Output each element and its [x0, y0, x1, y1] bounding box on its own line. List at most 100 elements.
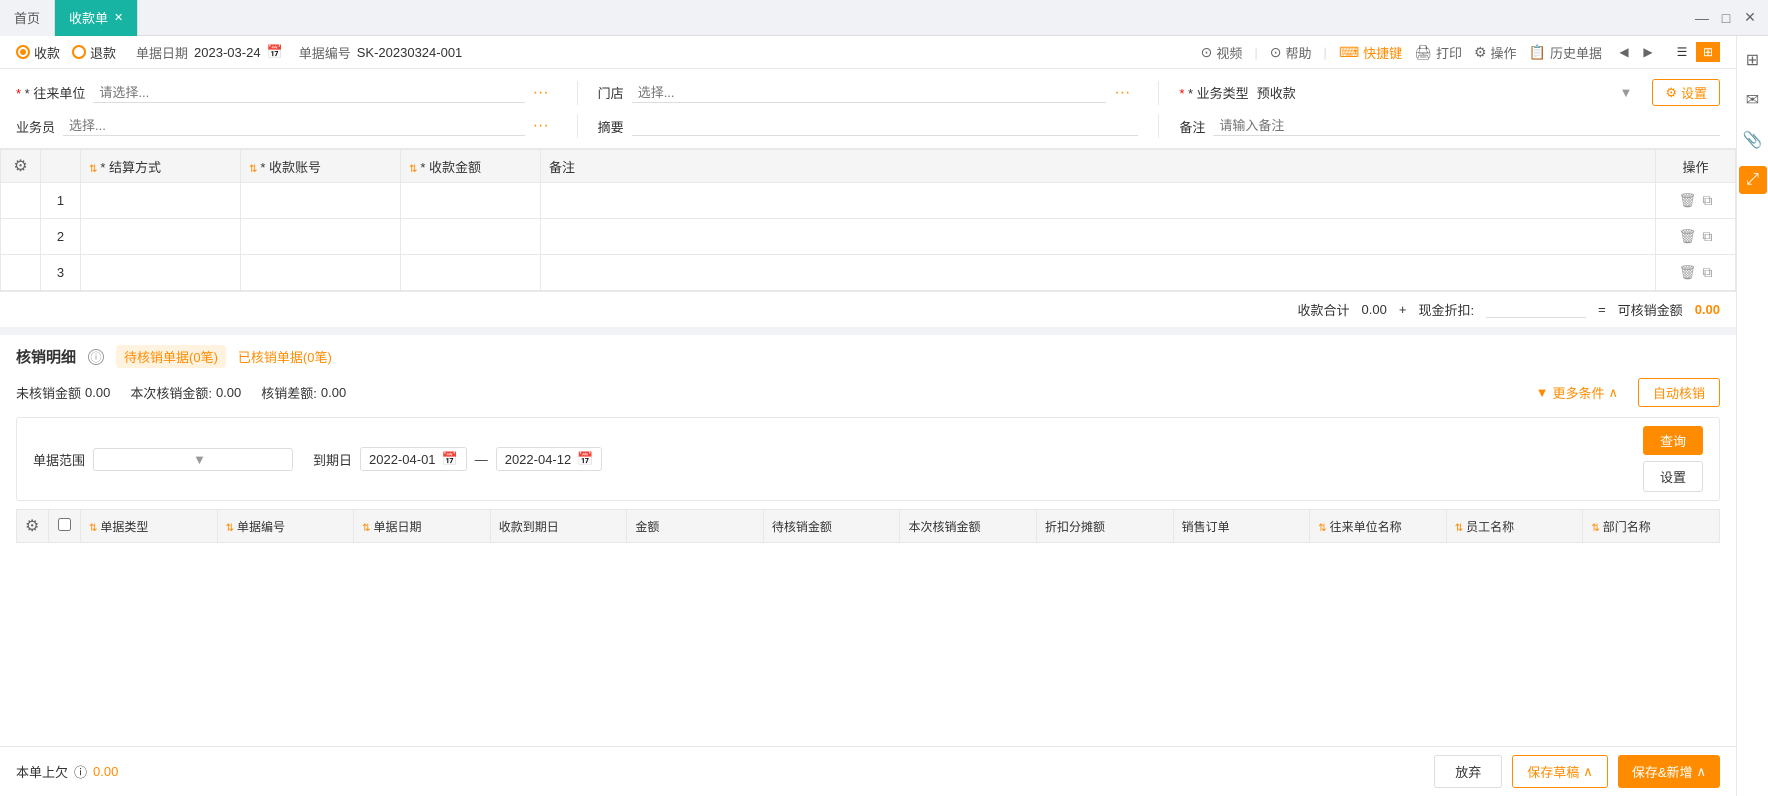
row2-delete-icon[interactable]: 🗑: [1679, 228, 1697, 245]
query-button[interactable]: 查询: [1643, 426, 1703, 455]
sidebar-resize-icon[interactable]: ⤢: [1739, 166, 1767, 194]
date-to-input[interactable]: 2022-04-12 📅: [496, 447, 603, 471]
date-from-input[interactable]: 2022-04-01 📅: [360, 447, 467, 471]
filter-settings-button[interactable]: 设置: [1643, 461, 1703, 492]
window-minimize[interactable]: —: [1694, 10, 1710, 26]
verification-tabs: 待核销单据(0笔) 已核销单据(0笔): [116, 345, 340, 368]
shortcut-label: 快捷键: [1363, 43, 1402, 62]
divider2: [1158, 81, 1159, 105]
calendar-icon[interactable]: 📅: [267, 44, 283, 60]
business-type-label: * 业务类型: [1179, 83, 1248, 102]
row2-settlement[interactable]: [81, 219, 241, 255]
radio-receipt-dot: [16, 45, 30, 59]
video-btn[interactable]: ⊙ 视频: [1201, 43, 1243, 62]
date-from-calendar-icon[interactable]: 📅: [442, 451, 458, 467]
doc-no-value: SK-20230324-001: [357, 45, 463, 60]
form-row-1: * 往来单位 ··· 门店 ··· * 业务类型 预收款 ▼: [16, 79, 1720, 106]
form-toolbar: 收款 退款 单据日期 2023-03-24 📅 单据编号 SK-20230324…: [0, 36, 1736, 69]
date-to-calendar-icon[interactable]: 📅: [577, 451, 593, 467]
radio-refund[interactable]: 退款: [72, 43, 116, 62]
unchecked-value: 0.00: [85, 385, 110, 400]
verification-info-icon[interactable]: ⓘ: [88, 349, 104, 365]
table-gear-icon[interactable]: ⚙: [13, 158, 27, 175]
doc-date-field: 单据日期 2023-03-24 📅: [136, 43, 283, 62]
row1-settings: [1, 183, 41, 219]
business-type-chevron[interactable]: ▼: [1619, 85, 1632, 100]
radio-receipt[interactable]: 收款: [16, 43, 60, 62]
sidebar-table-icon[interactable]: ⊞: [1739, 46, 1767, 74]
auto-verify-button[interactable]: 自动核销: [1638, 378, 1720, 407]
row3-amount[interactable]: [401, 255, 541, 291]
tab-receipt-close[interactable]: ✕: [114, 11, 123, 24]
diff-value: 0.00: [321, 385, 346, 400]
window-close[interactable]: ✕: [1742, 10, 1758, 26]
abandon-button[interactable]: 放弃: [1434, 755, 1502, 788]
row1-settlement[interactable]: [81, 183, 241, 219]
settings-button[interactable]: ⚙ 设置: [1652, 79, 1720, 106]
select-all-checkbox[interactable]: [58, 518, 71, 531]
row2-account[interactable]: [241, 219, 401, 255]
sidebar-attachment-icon[interactable]: 📎: [1739, 126, 1767, 154]
row3-copy-icon[interactable]: ⧉: [1702, 264, 1712, 281]
unchecked-label: 未核销金额: [16, 383, 81, 402]
th-department-label: 部门名称: [1603, 520, 1651, 534]
list-view-btn[interactable]: ☰: [1670, 42, 1694, 62]
range-select[interactable]: ▼: [93, 448, 293, 471]
save-draft-button[interactable]: 保存草稿 ∧: [1512, 755, 1608, 788]
amount-info-icon[interactable]: ⓘ: [74, 762, 87, 781]
print-btn[interactable]: 🖨 打印: [1414, 43, 1462, 62]
row1-delete-icon[interactable]: 🗑: [1679, 192, 1697, 209]
row1-action-icons: 🗑 ⧉: [1664, 192, 1727, 209]
window-maximize[interactable]: □: [1718, 10, 1734, 26]
row1-account[interactable]: [241, 183, 401, 219]
grid-view-btn[interactable]: ⊞: [1696, 42, 1720, 62]
view-toggle: ☰ ⊞: [1670, 42, 1720, 62]
store-label: 门店: [598, 83, 624, 102]
row3-delete-icon[interactable]: 🗑: [1679, 264, 1697, 281]
tab-pending[interactable]: 待核销单据(0笔): [116, 345, 226, 368]
more-conditions-btn[interactable]: ▼ 更多条件 ∧: [1536, 383, 1618, 402]
tab-done[interactable]: 已核销单据(0笔): [230, 345, 340, 368]
counterparty-more[interactable]: ···: [525, 84, 557, 102]
radio-refund-dot: [72, 45, 86, 59]
discount-input[interactable]: [1486, 302, 1586, 318]
equals-sign: =: [1598, 302, 1606, 317]
help-btn[interactable]: ⊙ 帮助: [1270, 43, 1312, 62]
row2-action-icons: 🗑 ⧉: [1664, 228, 1727, 245]
tab-home[interactable]: 首页: [0, 0, 55, 36]
store-more[interactable]: ···: [1106, 84, 1138, 102]
row2-amount[interactable]: [401, 219, 541, 255]
table-row: 1 🗑 ⧉: [1, 183, 1736, 219]
note-input[interactable]: [1213, 116, 1720, 136]
row1-remark[interactable]: [541, 183, 1656, 219]
summary-group: 摘要: [598, 116, 1139, 136]
row1-copy-icon[interactable]: ⧉: [1702, 192, 1712, 209]
salesperson-more[interactable]: ···: [525, 117, 557, 135]
nav-prev[interactable]: ◀: [1614, 42, 1634, 62]
row3-remark[interactable]: [541, 255, 1656, 291]
salesperson-input[interactable]: [63, 116, 525, 136]
filter-buttons: 查询 设置: [1643, 426, 1703, 492]
row1-amount[interactable]: [401, 183, 541, 219]
th-settlement: * 结算方式: [81, 150, 241, 183]
divider1: [577, 81, 578, 105]
sidebar-mail-icon[interactable]: ✉: [1739, 86, 1767, 114]
th-pending-amount-label: 待核销金额: [772, 520, 832, 534]
operation-btn[interactable]: ⚙ 操作: [1474, 43, 1517, 62]
nav-next[interactable]: ▶: [1638, 42, 1658, 62]
summary-input[interactable]: [632, 116, 1139, 136]
row3-settlement[interactable]: [81, 255, 241, 291]
save-new-button[interactable]: 保存&新增 ∧: [1618, 755, 1720, 788]
bottom-table-gear-icon[interactable]: ⚙: [25, 518, 39, 535]
note-label: 备注: [1179, 117, 1205, 136]
row3-account[interactable]: [241, 255, 401, 291]
doc-date-label: 单据日期: [136, 43, 188, 62]
store-input[interactable]: [632, 83, 1107, 103]
history-btn[interactable]: 📋 历史单据: [1529, 43, 1602, 62]
nav-arrows: ◀ ▶: [1614, 42, 1658, 62]
row2-remark[interactable]: [541, 219, 1656, 255]
row2-copy-icon[interactable]: ⧉: [1702, 228, 1712, 245]
counterparty-input[interactable]: [93, 83, 524, 103]
shortcut-btn[interactable]: ⌨ 快捷键: [1339, 43, 1402, 62]
tab-receipt[interactable]: 收款单 ✕: [55, 0, 138, 36]
